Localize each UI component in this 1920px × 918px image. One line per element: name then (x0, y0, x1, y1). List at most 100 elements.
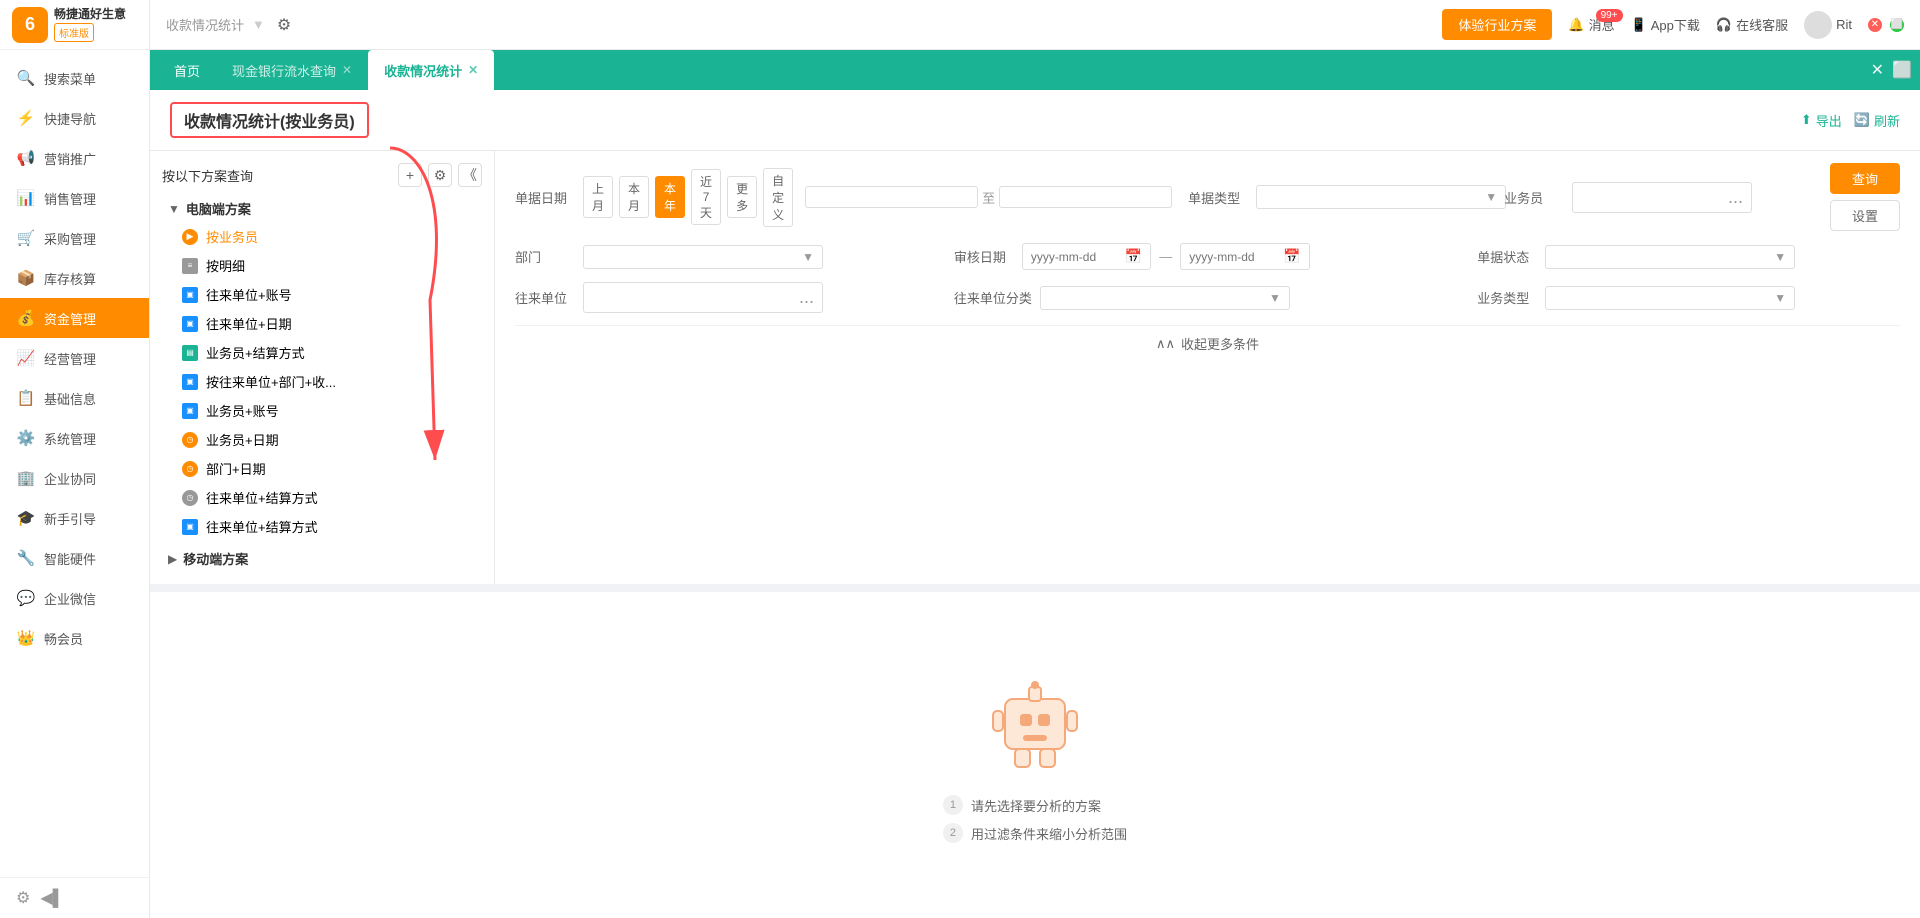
scheme-add-button[interactable]: + (398, 163, 422, 187)
calendar-from-icon[interactable]: 📅 (1125, 248, 1142, 265)
scheme-item-by-dept-date[interactable]: ◷ 部门+日期 (162, 454, 482, 483)
scheme-item-by-unit-settle1[interactable]: ◷ 往来单位+结算方式 (162, 483, 482, 512)
sidebar-item-label: 营销推广 (44, 149, 96, 168)
sidebar-item-wechat[interactable]: 💬 企业微信 (0, 578, 149, 618)
date-btn-this-year[interactable]: 本年 (655, 176, 685, 218)
tab-collection[interactable]: 收款情况统计 ✕ (368, 50, 494, 90)
collapse-footer-icon[interactable]: ◀▌ (40, 888, 64, 908)
window-close-button[interactable]: ✕ (1868, 18, 1882, 32)
counterpart-more-icon[interactable]: ... (799, 287, 814, 308)
sidebar-item-smart-hw[interactable]: 🔧 智能硬件 (0, 538, 149, 578)
trial-button[interactable]: 体验行业方案 (1442, 9, 1552, 40)
export-button[interactable]: ⬆ 导出 (1801, 111, 1842, 130)
scheme-item-by-detail[interactable]: ≡ 按明细 (162, 251, 482, 280)
tab-bank-flow-close-icon[interactable]: ✕ (342, 63, 352, 77)
purchase-icon: 🛒 (16, 228, 36, 248)
sidebar-item-purchase[interactable]: 🛒 采购管理 (0, 218, 149, 258)
sidebar-item-quick-nav[interactable]: ⚡ 快捷导航 (0, 98, 149, 138)
scheme-item-icon: ▣ (182, 519, 198, 535)
mobile-scheme-group[interactable]: ▶ 移动端方案 (162, 545, 482, 572)
audit-date-range: 📅 — 📅 (1022, 243, 1461, 270)
tab-home-label: 首页 (174, 61, 200, 80)
wechat-icon: 💬 (16, 588, 36, 608)
counterpart-category-arrow-icon: ▼ (1269, 291, 1281, 305)
sidebar-item-system[interactable]: ⚙️ 系统管理 (0, 418, 149, 458)
tab-home[interactable]: 首页 (158, 50, 216, 90)
scheme-item-icon: ▣ (182, 316, 198, 332)
tab-bank-flow[interactable]: 现金银行流水查询 ✕ (216, 50, 368, 90)
date-btn-last-month[interactable]: 上月 (583, 176, 613, 218)
filter-row-3: 往来单位 ... 往来单位分类 ▼ 业务类型 (515, 282, 1900, 313)
audit-date-to-box[interactable]: 📅 (1180, 243, 1309, 270)
setting-button[interactable]: 设置 (1830, 200, 1900, 231)
date-btn-this-month[interactable]: 本月 (619, 176, 649, 218)
biz-type-arrow-icon: ▼ (1774, 291, 1786, 305)
page-header-actions: ⬆ 导出 🔄 刷新 (1801, 111, 1900, 130)
tab-close-icon[interactable]: ✕ (1871, 60, 1884, 80)
tab-restore-icon[interactable]: ⬜ (1892, 60, 1912, 80)
sidebar-item-enterprise[interactable]: 🏢 企业协同 (0, 458, 149, 498)
date-btn-more[interactable]: 更多 (727, 176, 757, 218)
sidebar-item-guide[interactable]: 🎓 新手引导 (0, 498, 149, 538)
messages-icon[interactable]: 🔔 消息 99+ (1568, 15, 1614, 34)
topbar-settings-icon[interactable]: ⚙ (277, 15, 291, 35)
query-button[interactable]: 查询 (1830, 163, 1900, 194)
audit-date-to-input[interactable] (1189, 250, 1279, 264)
scheme-item-by-unit-account[interactable]: ▣ 往来单位+账号 (162, 280, 482, 309)
doc-status-select[interactable]: ▼ (1545, 245, 1795, 269)
audit-date-from-input[interactable] (1031, 250, 1121, 264)
app-download-link[interactable]: 📱 App下载 (1631, 15, 1700, 34)
calendar-to-icon[interactable]: 📅 (1283, 248, 1300, 265)
scheme-collapse-button[interactable]: 《 (458, 163, 482, 187)
date-to-input[interactable]: 2023-12-31 (999, 186, 1172, 208)
empty-step-1: 1 请先选择要分析的方案 (943, 795, 1127, 815)
scheme-item-by-unit-date[interactable]: ▣ 往来单位+日期 (162, 309, 482, 338)
scheme-panel-title: 按以下方案查询 (162, 166, 253, 185)
sidebar-item-sales[interactable]: 📊 销售管理 (0, 178, 149, 218)
scheme-item-label: 往来单位+结算方式 (206, 488, 318, 507)
biz-type-select[interactable]: ▼ (1545, 286, 1795, 310)
desktop-group-header[interactable]: ▼ 电脑端方案 (162, 195, 482, 222)
sidebar: 6 畅捷通好生意 标准版 🔍 搜索菜单 ⚡ 快捷导航 📢 营销推广 📊 销售管理… (0, 0, 150, 918)
dept-select[interactable]: ▼ (583, 245, 823, 269)
results-area: 1 请先选择要分析的方案 2 用过滤条件来缩小分析范围 (150, 592, 1920, 918)
scheme-settings-button[interactable]: ⚙ (428, 163, 452, 187)
salesperson-more-icon[interactable]: ... (1728, 187, 1743, 208)
scheme-item-icon: ▣ (182, 287, 198, 303)
doc-type-select[interactable]: ▼ (1256, 185, 1506, 209)
date-btn-7days[interactable]: 近7天 (691, 169, 721, 225)
scheme-item-by-unit-settle2[interactable]: ▣ 往来单位+结算方式 (162, 512, 482, 541)
counterpart-select[interactable]: ... (583, 282, 823, 313)
collapse-more-button[interactable]: ∧∧ 收起更多条件 (515, 325, 1900, 361)
salesperson-select[interactable]: ... (1572, 182, 1752, 213)
sidebar-item-base-info[interactable]: 📋 基础信息 (0, 378, 149, 418)
sidebar-item-search[interactable]: 🔍 搜索菜单 (0, 58, 149, 98)
scheme-item-by-salesperson-settle[interactable]: ▤ 业务员+结算方式 (162, 338, 482, 367)
date-options-group: 上月 本月 本年 近7天 更多 自定义 2023-01-01 至 2023-12… (583, 168, 1172, 227)
date-from-input[interactable]: 2023-01-01 (805, 186, 978, 208)
sidebar-item-finance[interactable]: 💰 资金管理 (0, 298, 149, 338)
scheme-item-by-salesperson[interactable]: ▶ 按业务员 (162, 222, 482, 251)
sidebar-item-marketing[interactable]: 📢 营销推广 (0, 138, 149, 178)
scheme-item-icon: ◷ (182, 490, 198, 506)
scheme-item-by-salesperson-date[interactable]: ◷ 业务员+日期 (162, 425, 482, 454)
scheme-item-by-salesperson-account[interactable]: ▣ 业务员+账号 (162, 396, 482, 425)
audit-date-from-box[interactable]: 📅 (1022, 243, 1151, 270)
collapse-label: 收起更多条件 (1181, 334, 1259, 353)
scheme-item-by-unit-dept[interactable]: ▣ 按往来单位+部门+收... (162, 367, 482, 396)
window-maximize-button[interactable]: ⬜ (1890, 18, 1904, 32)
user-area[interactable]: Rit (1804, 11, 1852, 39)
sidebar-item-operations[interactable]: 📈 经营管理 (0, 338, 149, 378)
settings-footer-icon[interactable]: ⚙ (16, 888, 30, 908)
date-btn-custom[interactable]: 自定义 (763, 168, 793, 227)
sidebar-item-inventory[interactable]: 📦 库存核算 (0, 258, 149, 298)
search-nav-icon: 🔍 (16, 68, 36, 88)
counterpart-category-select[interactable]: ▼ (1040, 286, 1290, 310)
doc-type-arrow-icon: ▼ (1485, 190, 1497, 204)
tab-collection-close-icon[interactable]: ✕ (468, 63, 478, 77)
refresh-button[interactable]: 🔄 刷新 (1854, 111, 1900, 130)
online-service-link[interactable]: 🎧 在线客服 (1716, 15, 1788, 34)
window-controls: ✕ ⬜ (1868, 18, 1904, 32)
sidebar-item-member[interactable]: 👑 畅会员 (0, 618, 149, 658)
desktop-group-arrow-icon: ▼ (168, 202, 180, 216)
